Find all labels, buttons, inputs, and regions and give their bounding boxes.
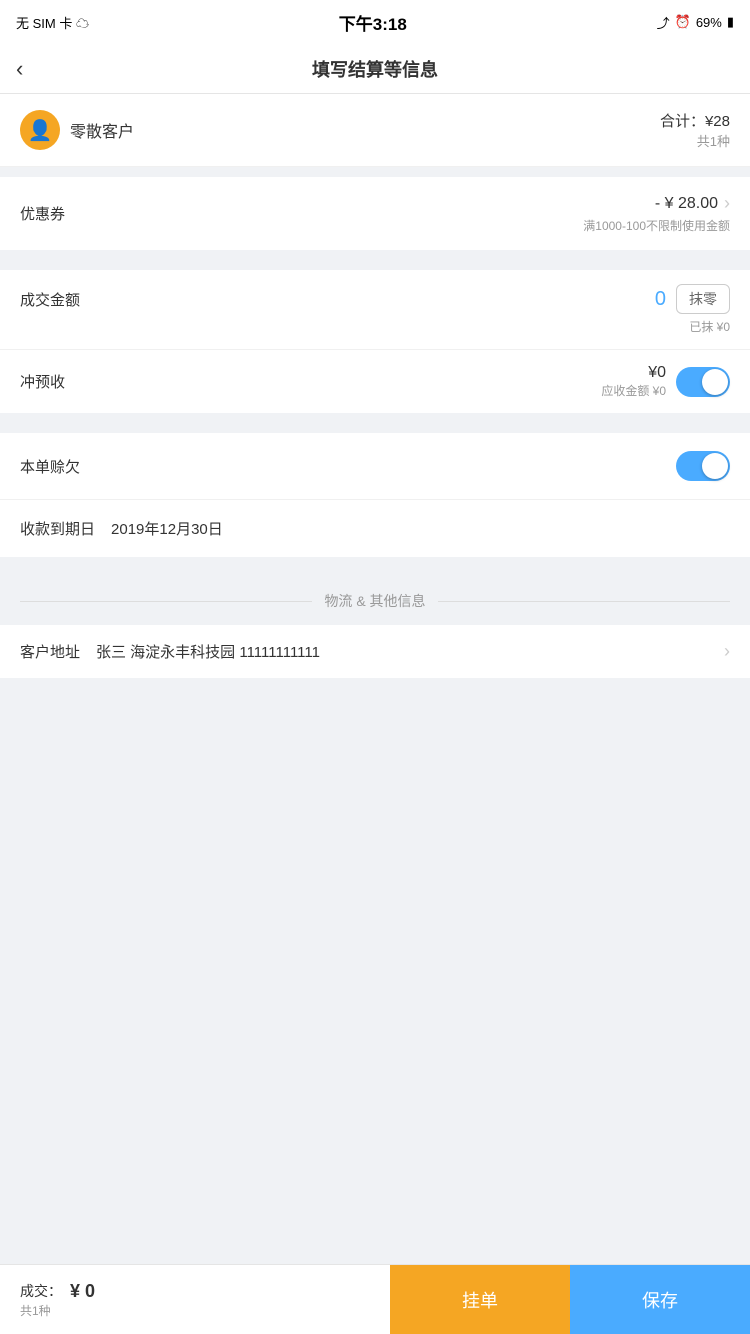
bottom-summary: 成交： ¥ 0 共1种: [0, 1281, 390, 1319]
customer-count: 共1种: [660, 131, 730, 150]
transaction-card: 成交金额 0 抹零 已抹 ¥0 冲预收 ¥0 应收金额 ¥0: [0, 270, 750, 413]
status-right: ⤴ ⏰ 69% ▮: [657, 13, 734, 32]
coupon-row[interactable]: 优惠券 - ¥ 28.00 › 满1000-100不限制使用金额: [0, 177, 750, 250]
battery-level: 69%: [696, 15, 722, 30]
transaction-value[interactable]: 0: [655, 288, 666, 311]
coupon-subtext: 满1000-100不限制使用金额: [583, 217, 730, 234]
logistics-label: 物流 & 其他信息: [324, 591, 425, 611]
prepay-subtext: 应收金额 ¥0: [601, 382, 666, 399]
back-button[interactable]: ‹: [16, 56, 23, 82]
transaction-subtext: 已抹 ¥0: [20, 318, 730, 335]
bottom-deal-amount: ¥ 0: [70, 1281, 95, 1302]
coupon-card: 优惠券 - ¥ 28.00 › 满1000-100不限制使用金额: [0, 177, 750, 250]
customer-total: 合计：¥28: [660, 110, 730, 131]
divider-line-right: [438, 601, 730, 602]
divider-line-left: [20, 601, 312, 602]
avatar: 👤: [20, 110, 60, 150]
sim-status: 无 SIM 卡 ☁: [16, 13, 89, 32]
prepay-value: ¥0: [601, 364, 666, 382]
section-divider-3: [0, 567, 750, 577]
bottom-count: 共1种: [20, 1302, 370, 1319]
debt-label: 本单赊欠: [20, 456, 80, 477]
prepay-right: ¥0 应收金额 ¥0: [601, 364, 730, 399]
logistics-card: 物流 & 其他信息 客户地址 张三 海淀永丰科技园 11111111111 ›: [0, 577, 750, 678]
duedate-label: 收款到期日: [20, 518, 95, 539]
debt-section: 本单赊欠: [0, 433, 750, 500]
coupon-discount: - ¥ 28.00: [655, 195, 718, 213]
debt-toggle[interactable]: [676, 451, 730, 481]
avatar-icon: 👤: [28, 118, 53, 143]
customer-card: 👤 零散客户 合计：¥28 共1种: [0, 94, 750, 167]
prepay-label: 冲预收: [20, 371, 65, 392]
page-title: 填写结算等信息: [312, 56, 438, 82]
transaction-section: 成交金额 0 抹零 已抹 ¥0: [0, 270, 750, 350]
bottom-deal-row: 成交： ¥ 0: [20, 1281, 370, 1302]
chevron-right-icon: ›: [724, 193, 730, 214]
prepay-section: 冲预收 ¥0 应收金额 ¥0: [0, 350, 750, 413]
customer-name: 零散客户: [70, 118, 134, 142]
main-content: 👤 零散客户 合计：¥28 共1种 优惠券 - ¥ 28.00 › 满1000-…: [0, 94, 750, 768]
address-label: 客户地址: [20, 641, 80, 662]
bottom-bar: 成交： ¥ 0 共1种 挂单 保存: [0, 1264, 750, 1334]
save-button[interactable]: 保存: [570, 1265, 750, 1334]
nav-bar: ‹ 填写结算等信息: [0, 44, 750, 94]
customer-row: 👤 零散客户 合计：¥28 共1种: [0, 94, 750, 167]
debt-card: 本单赊欠 收款到期日 2019年12月30日: [0, 433, 750, 557]
section-divider-1: [0, 260, 750, 270]
round-zero-button[interactable]: 抹零: [676, 284, 730, 314]
status-time: 下午3:18: [339, 10, 407, 35]
amount-right: 0 抹零: [655, 284, 730, 314]
prepay-amount-block: ¥0 应收金额 ¥0: [601, 364, 666, 399]
location-icon: ⤴: [657, 13, 670, 32]
address-section[interactable]: 客户地址 张三 海淀永丰科技园 11111111111 ›: [0, 625, 750, 678]
customer-left: 👤 零散客户: [20, 110, 134, 150]
customer-right: 合计：¥28 共1种: [660, 110, 730, 150]
prepay-row: 冲预收 ¥0 应收金额 ¥0: [20, 364, 730, 399]
section-divider-2: [0, 423, 750, 433]
alarm-icon: ⏰: [675, 14, 691, 30]
battery-icon: ▮: [727, 14, 734, 30]
logistics-divider: 物流 & 其他信息: [0, 577, 750, 625]
duedate-section: 收款到期日 2019年12月30日: [0, 500, 750, 557]
duedate-value[interactable]: 2019年12月30日: [111, 518, 223, 539]
address-value: 张三 海淀永丰科技园 11111111111: [96, 641, 724, 662]
hold-button[interactable]: 挂单: [390, 1265, 570, 1334]
coupon-right: - ¥ 28.00 ›: [655, 193, 730, 214]
transaction-label: 成交金额: [20, 289, 80, 310]
bottom-deal-label: 成交：: [20, 1281, 62, 1301]
status-left: 无 SIM 卡 ☁: [16, 13, 89, 32]
coupon-label: 优惠券: [20, 203, 65, 224]
address-chevron-icon: ›: [724, 641, 730, 662]
status-bar: 无 SIM 卡 ☁ 下午3:18 ⤴ ⏰ 69% ▮: [0, 0, 750, 44]
prepay-toggle[interactable]: [676, 367, 730, 397]
amount-row: 成交金额 0 抹零: [20, 284, 730, 314]
